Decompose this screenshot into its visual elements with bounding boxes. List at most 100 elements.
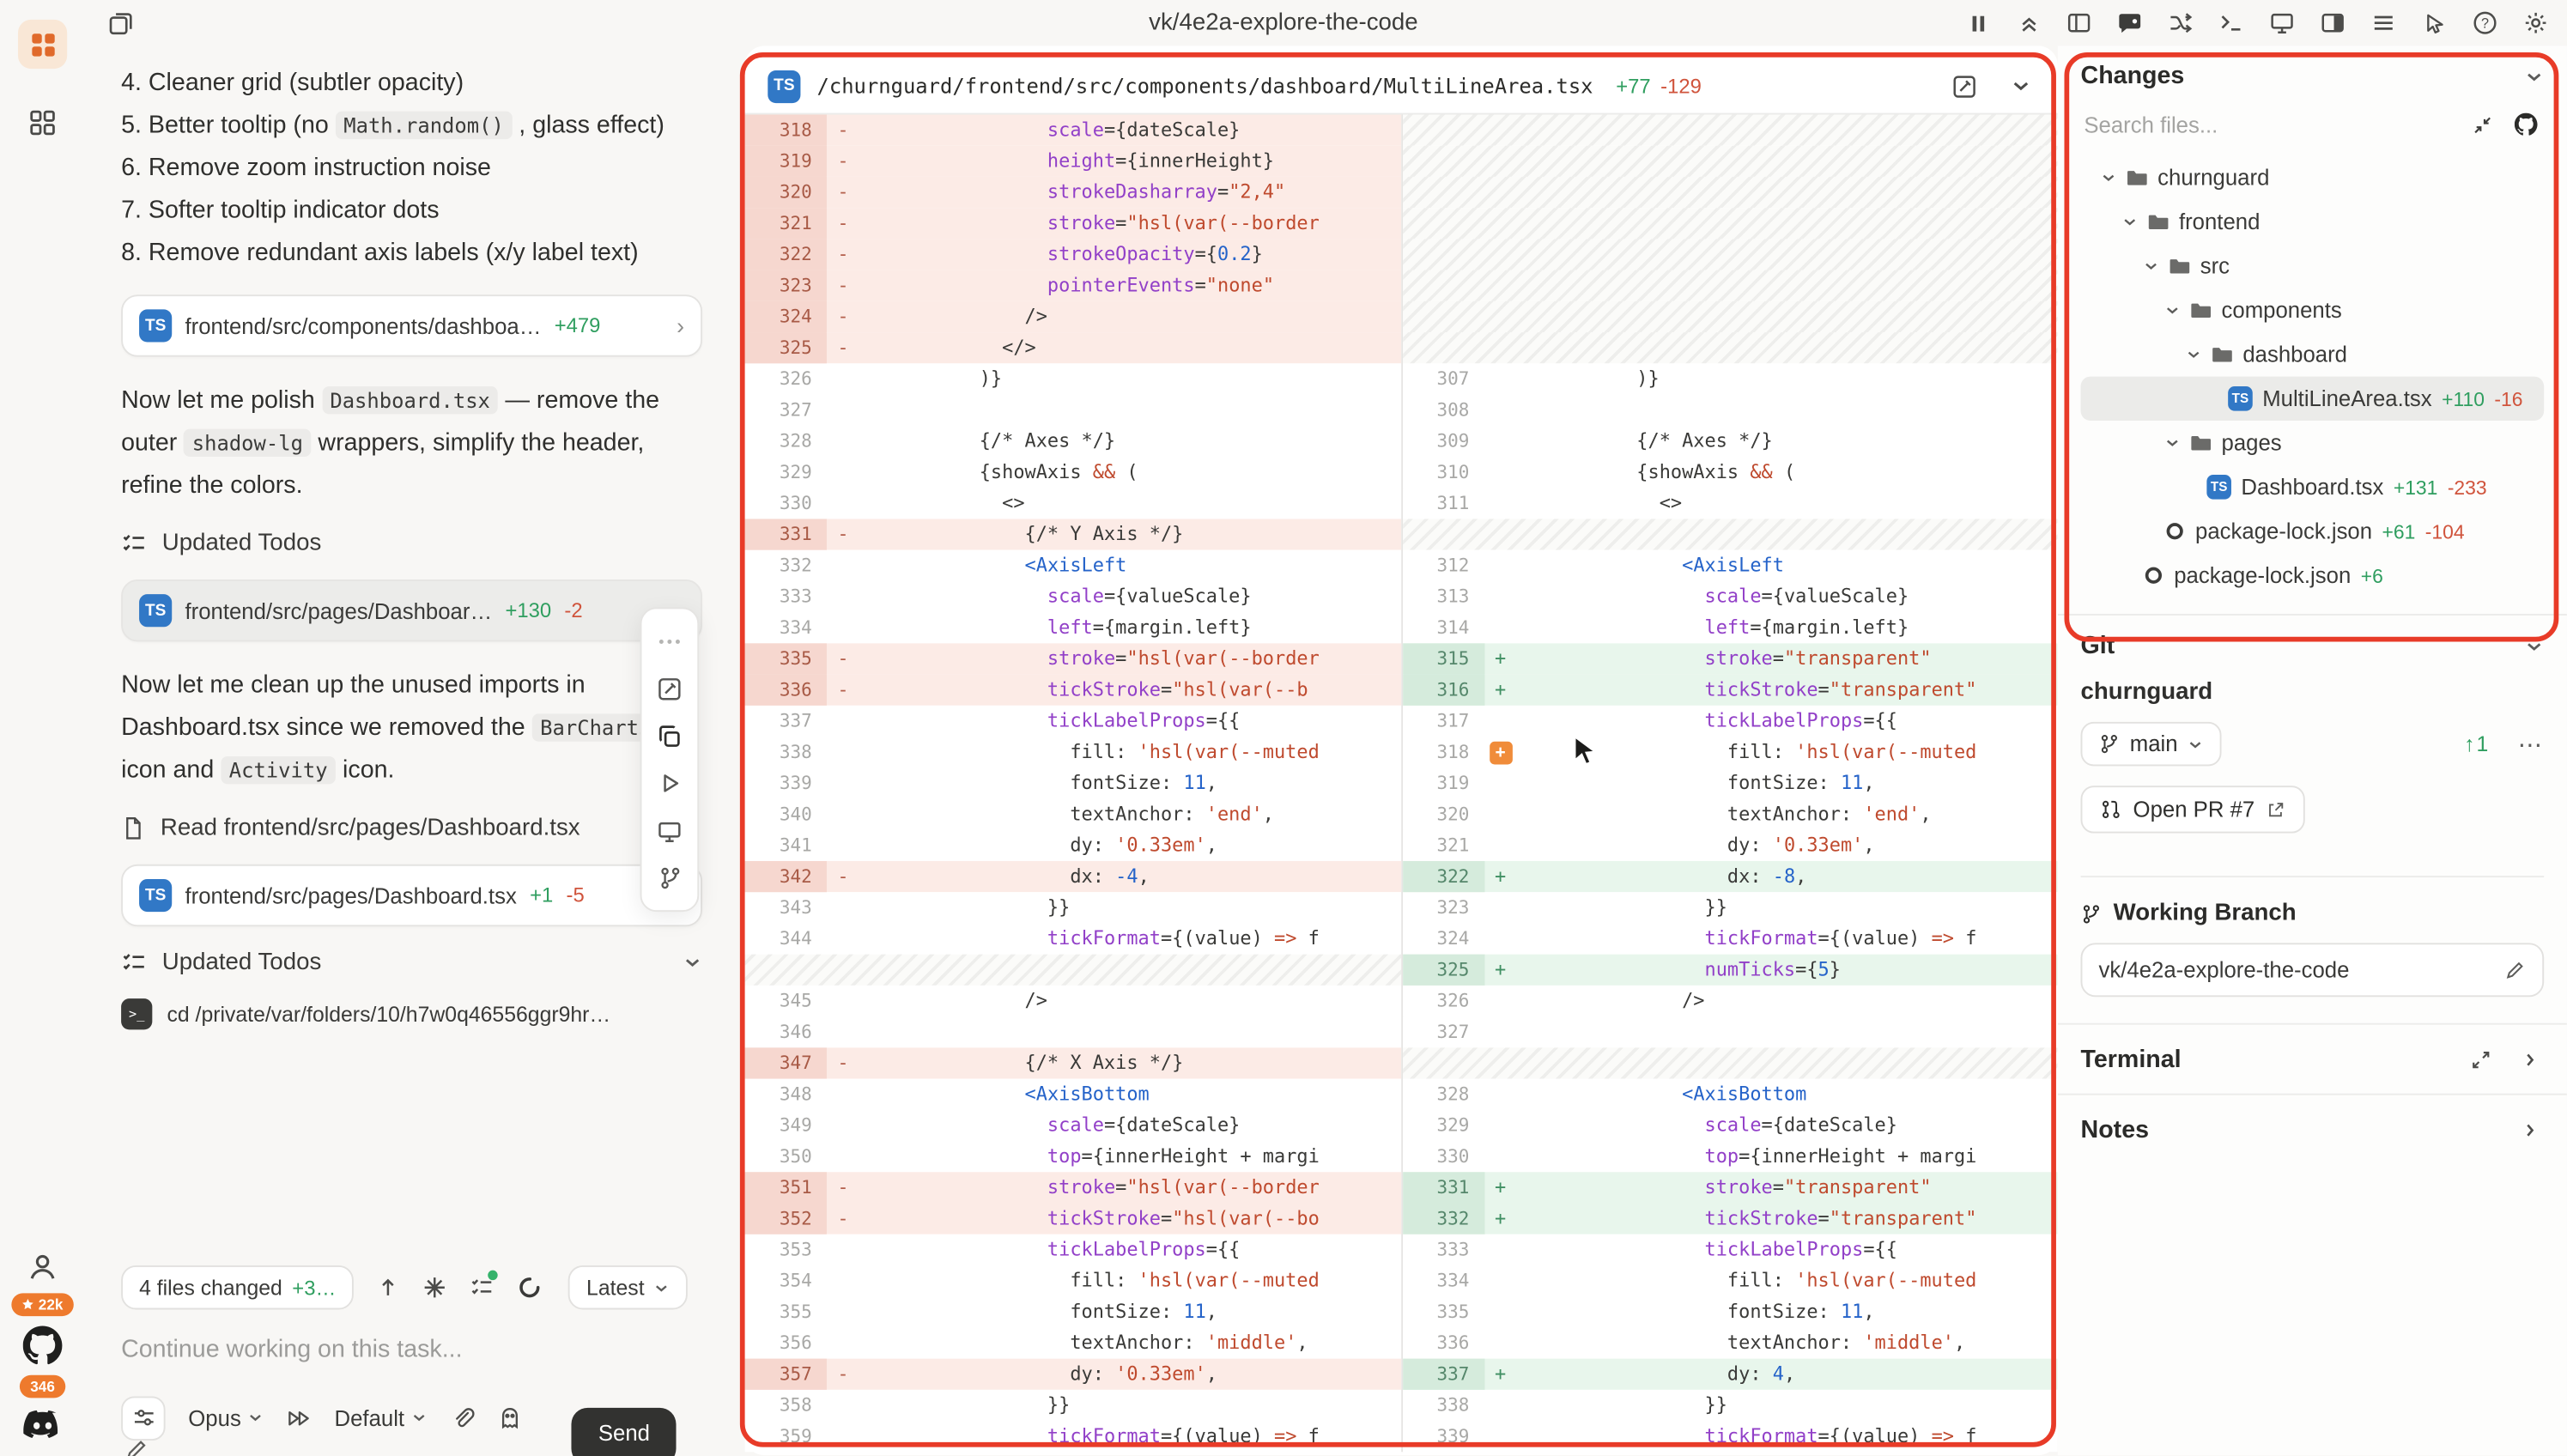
fast-forward-icon[interactable]	[287, 1407, 312, 1429]
chevron-down-icon[interactable]	[2524, 636, 2544, 656]
diff-code-row[interactable]: 310 {showAxis && (	[1402, 457, 2058, 488]
tree-file-row[interactable]: package-lock.json+6	[2081, 553, 2545, 597]
chat-bubble-icon[interactable]	[2115, 9, 2145, 38]
diff-code-row[interactable]: 332+ tickStroke="transparent"	[1402, 1203, 2058, 1234]
files-changed-chip[interactable]: 4 files changed+3…	[121, 1265, 354, 1309]
sparkle-icon[interactable]	[422, 1275, 447, 1300]
tree-folder-row[interactable]: dashboard	[2081, 332, 2545, 376]
notes-section-header[interactable]: Notes	[2058, 1094, 2567, 1164]
working-branch-field[interactable]: vk/4e2a-explore-the-code	[2081, 943, 2545, 997]
add-comment-button[interactable]: +	[1489, 742, 1512, 765]
file-diff-chip[interactable]: TS frontend/src/components/dashboa… +479…	[121, 294, 702, 356]
diff-code-row[interactable]: 328 <AxisBottom	[1402, 1079, 2058, 1110]
grid-view-button[interactable]	[18, 98, 67, 147]
diff-code-row[interactable]: 322- strokeOpacity={0.2}	[745, 239, 1401, 270]
diff-code-row[interactable]: 322+ dx: -8,	[1402, 861, 2058, 892]
terminal-command-row[interactable]: >_ cd /private/var/folders/10/h7w0q46556…	[121, 998, 702, 1029]
draw-pencil-icon[interactable]	[124, 1437, 149, 1456]
file-diff-chip[interactable]: TS frontend/src/pages/Dashboar… +130 -2	[121, 579, 702, 641]
diff-code-row[interactable]: 355 fontSize: 11,	[745, 1296, 1401, 1327]
settings-sliders-button[interactable]	[121, 1396, 165, 1440]
diff-code-row[interactable]: 346	[745, 1016, 1401, 1047]
tree-file-row[interactable]: package-lock.json+61-104	[2081, 509, 2545, 553]
panel-right-icon[interactable]	[2318, 9, 2347, 38]
diff-code-row[interactable]: 339 fontSize: 11,	[745, 767, 1401, 798]
diff-code-row[interactable]: 317 tickLabelProps={{	[1402, 706, 2058, 737]
tree-folder-row[interactable]: pages	[2081, 421, 2545, 464]
diff-code-row[interactable]: 327	[745, 395, 1401, 426]
diff-code-row[interactable]: 353 tickLabelProps={{	[745, 1235, 1401, 1265]
diff-code-row[interactable]: 311 <>	[1402, 488, 2058, 519]
tree-folder-row[interactable]: components	[2081, 288, 2545, 332]
open-pr-button[interactable]: Open PR #7	[2081, 786, 2306, 833]
latest-dropdown[interactable]: Latest	[568, 1265, 687, 1309]
github-tree-icon[interactable]	[2511, 110, 2540, 139]
diff-code-row[interactable]: 345 />	[745, 986, 1401, 1016]
diff-code-row[interactable]: 319- height={innerHeight}	[745, 146, 1401, 177]
diff-code-row[interactable]: 336 textAnchor: 'middle',	[1402, 1327, 2058, 1358]
diff-code-row[interactable]: 318- scale={dateScale}	[745, 114, 1401, 145]
panels-stack-icon[interactable]	[105, 9, 134, 38]
diff-code-row[interactable]: 308	[1402, 395, 2058, 426]
help-icon[interactable]: ?	[2470, 9, 2499, 38]
tree-folder-row[interactable]: frontend	[2081, 200, 2545, 244]
diff-code-row[interactable]: 341 dy: '0.33em',	[745, 830, 1401, 861]
diff-code-row[interactable]: 315+ stroke="transparent"	[1402, 643, 2058, 674]
updated-todos-row[interactable]: Updated Todos	[121, 531, 702, 557]
github-icon[interactable]	[21, 1325, 64, 1368]
diff-code-row[interactable]: 331- {/* Y Axis */}	[745, 519, 1401, 549]
diff-code-row[interactable]: 339 tickFormat={(value) => f	[1402, 1421, 2058, 1452]
diff-code-row[interactable]: 327	[1402, 1016, 2058, 1047]
tree-file-row[interactable]: TSDashboard.tsx+131-233	[2081, 465, 2545, 509]
account-icon[interactable]	[25, 1249, 61, 1285]
diff-code-row[interactable]: 326 )}	[745, 363, 1401, 394]
attachment-icon[interactable]	[450, 1405, 475, 1430]
collapse-up-icon[interactable]	[2013, 9, 2042, 38]
diff-code-row[interactable]: 338 fill: 'hsl(var(--muted	[745, 737, 1401, 767]
diff-code-row[interactable]: 336- tickStroke="hsl(var(--b	[745, 675, 1401, 706]
monitor-icon[interactable]	[2267, 9, 2297, 38]
diff-code-row[interactable]: 329 {showAxis && (	[745, 457, 1401, 488]
diff-code-row[interactable]: 356 textAnchor: 'middle',	[745, 1327, 1401, 1358]
diff-code-row[interactable]: 324- />	[745, 301, 1401, 332]
diff-code-row[interactable]: 333 scale={valueScale}	[745, 581, 1401, 612]
edit-pencil-icon[interactable]	[2504, 959, 2526, 980]
diff-code-row[interactable]: 330 top={innerHeight + margi	[1402, 1141, 2058, 1172]
diff-code-row[interactable]: 334 fill: 'hsl(var(--muted	[1402, 1265, 2058, 1296]
chevron-down-icon[interactable]	[683, 953, 702, 973]
diff-code-row[interactable]: 320 textAnchor: 'end',	[1402, 799, 2058, 830]
collapse-tree-icon[interactable]	[2467, 110, 2497, 139]
mode-dropdown[interactable]: Default	[335, 1405, 428, 1430]
diff-code-row[interactable]: 350 top={innerHeight + margi	[745, 1141, 1401, 1172]
chat-input[interactable]	[121, 1336, 702, 1363]
diff-code-row[interactable]: 324 tickFormat={(value) => f	[1402, 923, 2058, 954]
send-button[interactable]: Send	[572, 1408, 676, 1456]
scroll-up-icon[interactable]	[377, 1275, 400, 1300]
diff-code-row[interactable]: 333 tickLabelProps={{	[1402, 1235, 2058, 1265]
chevron-down-icon[interactable]	[2006, 71, 2035, 100]
chevron-right-icon[interactable]	[2515, 1045, 2544, 1074]
edit-icon[interactable]	[645, 664, 694, 712]
ahead-count[interactable]: ↑1	[2464, 731, 2488, 756]
read-file-row[interactable]: Read frontend/src/pages/Dashboard.tsx	[121, 816, 702, 842]
diff-code-row[interactable]: 328 {/* Axes */}	[745, 426, 1401, 457]
diff-code-row[interactable]: 342- dx: -4,	[745, 861, 1401, 892]
diff-code-row[interactable]: 326 />	[1402, 986, 2058, 1016]
diff-code-row[interactable]: 337 tickLabelProps={{	[745, 706, 1401, 737]
diff-code-row[interactable]: 320- strokeDasharray="2,4"	[745, 177, 1401, 208]
settings-gear-icon[interactable]	[2521, 9, 2550, 38]
diff-code-row[interactable]: 316+ tickStroke="transparent"	[1402, 675, 2058, 706]
diff-code-row[interactable]: 352- tickStroke="hsl(var(--bo	[745, 1203, 1401, 1234]
diff-code-row[interactable]: 318+ fill: 'hsl(var(--muted	[1402, 737, 2058, 767]
diff-code-row[interactable]: 358 }}	[745, 1390, 1401, 1421]
diff-code-row[interactable]: 325+ numTicks={5}	[1402, 955, 2058, 986]
expand-icon[interactable]	[2466, 1045, 2495, 1074]
diff-code-row[interactable]: 357- dy: '0.33em',	[745, 1359, 1401, 1390]
diff-code-row[interactable]: 319 fontSize: 11,	[1402, 767, 2058, 798]
tree-folder-row[interactable]: src	[2081, 244, 2545, 288]
edit-diff-icon[interactable]	[1950, 71, 1979, 100]
drag-handle-icon[interactable]	[645, 617, 694, 664]
git-branch-icon[interactable]	[645, 854, 694, 901]
search-input[interactable]	[2084, 112, 2467, 137]
share-cursor-icon[interactable]	[2419, 9, 2449, 38]
